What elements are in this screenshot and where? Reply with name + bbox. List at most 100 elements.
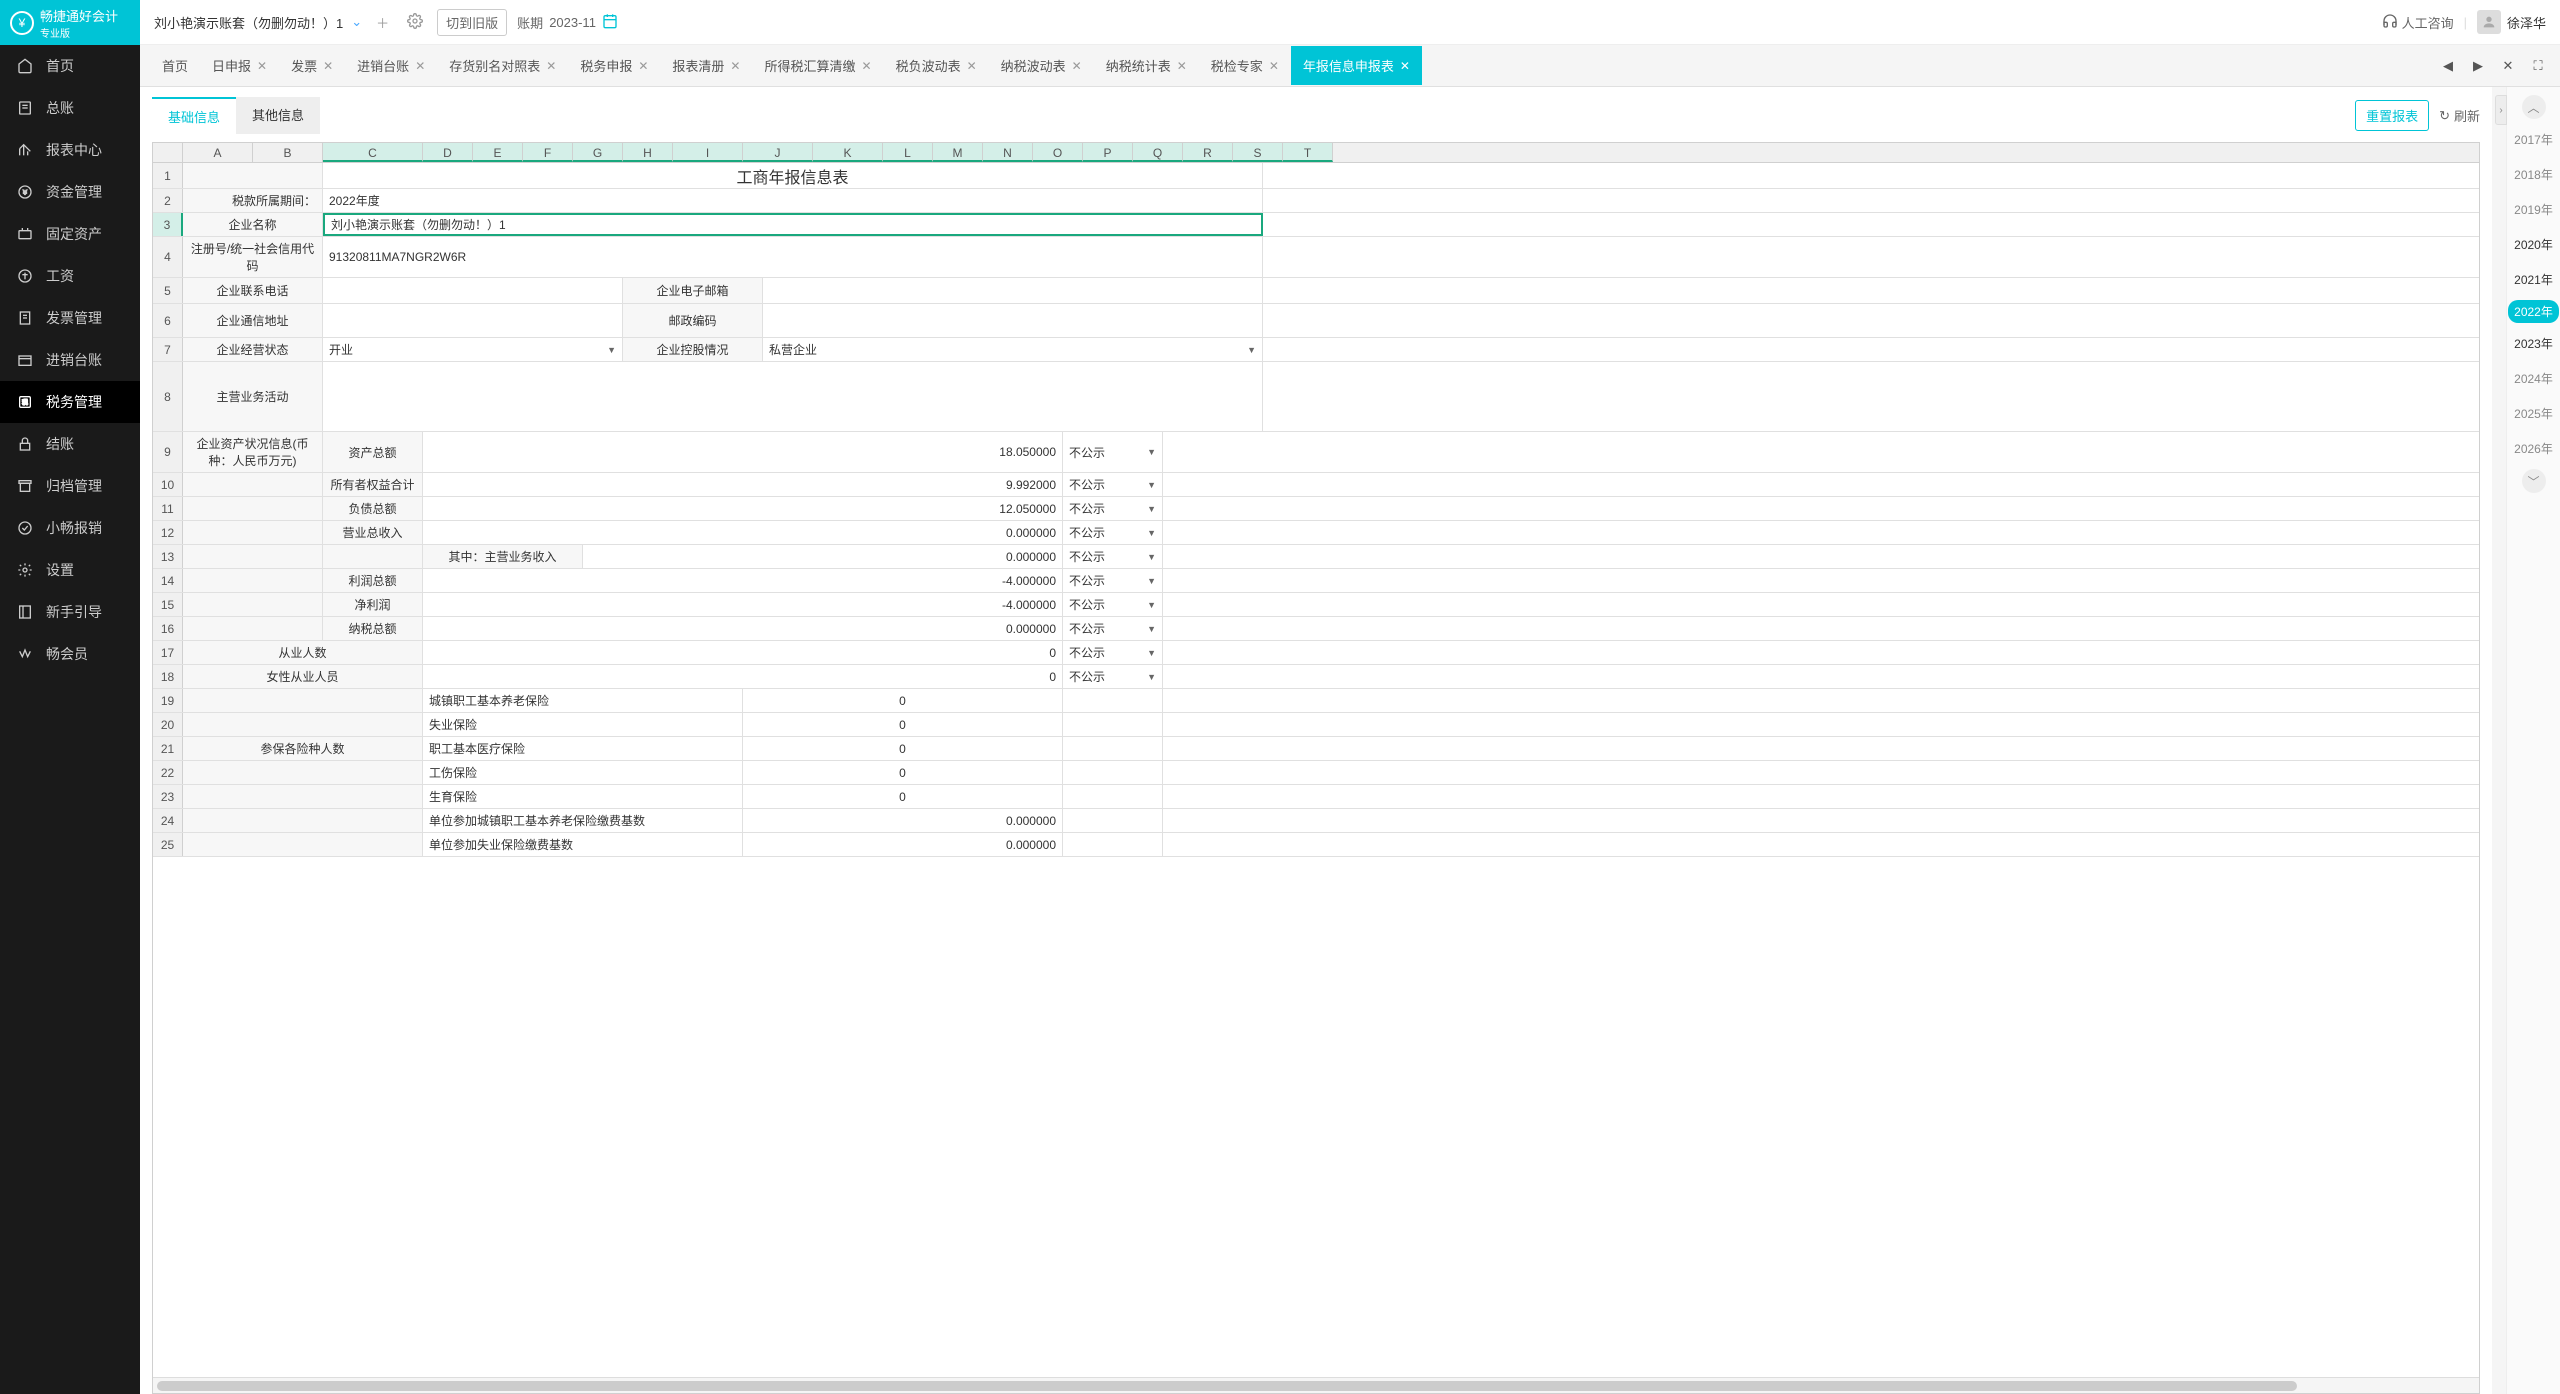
base-row-value[interactable]: 0.000000 — [743, 833, 1063, 856]
year-item[interactable]: 2021年 — [2510, 265, 2557, 294]
row-header[interactable]: 7 — [153, 338, 183, 361]
column-header[interactable]: S — [1233, 143, 1283, 162]
column-header[interactable]: O — [1033, 143, 1083, 162]
address-value[interactable] — [323, 304, 623, 337]
row-header[interactable]: 19 — [153, 689, 183, 712]
main-rev-value[interactable]: 0.000000 — [583, 545, 1063, 568]
column-header[interactable]: L — [883, 143, 933, 162]
employees-value[interactable]: 0 — [423, 641, 1063, 664]
visibility-dropdown[interactable]: 不公示 — [1063, 593, 1163, 616]
row-header[interactable]: 17 — [153, 641, 183, 664]
company-name-cell[interactable]: 刘小艳演示账套（勿删勿动！）1 — [323, 213, 1263, 236]
close-icon[interactable]: ✕ — [1269, 59, 1279, 73]
tab-9[interactable]: 纳税波动表✕ — [989, 46, 1094, 85]
year-item[interactable]: 2022年 — [2508, 300, 2559, 323]
close-icon[interactable]: ✕ — [1400, 59, 1410, 73]
column-header[interactable]: H — [623, 143, 673, 162]
row-header[interactable]: 8 — [153, 362, 183, 431]
year-item[interactable]: 2025年 — [2510, 399, 2557, 428]
tab-prev-icon[interactable]: ◀ — [2436, 54, 2460, 78]
column-header[interactable]: B — [253, 143, 323, 162]
column-header[interactable]: T — [1283, 143, 1333, 162]
panel-collapse-icon[interactable]: › — [2495, 95, 2507, 125]
column-header[interactable]: D — [423, 143, 473, 162]
sidebar-item-salary[interactable]: 工资 — [0, 255, 140, 297]
column-header[interactable]: K — [813, 143, 883, 162]
tab-1[interactable]: 日申报✕ — [200, 46, 279, 85]
year-item[interactable]: 2017年 — [2510, 125, 2557, 154]
row-header[interactable]: 2 — [153, 189, 183, 212]
row-header[interactable]: 10 — [153, 473, 183, 496]
column-header[interactable]: C — [323, 143, 423, 162]
year-item[interactable]: 2024年 — [2510, 364, 2557, 393]
insurance-value[interactable]: 0 — [743, 785, 1063, 808]
holding-dropdown[interactable]: 私营企业 — [763, 338, 1263, 361]
close-icon[interactable]: ✕ — [546, 59, 556, 73]
column-header[interactable]: G — [573, 143, 623, 162]
visibility-dropdown[interactable]: 不公示 — [1063, 617, 1163, 640]
visibility-dropdown[interactable]: 不公示 — [1063, 521, 1163, 544]
year-down-icon[interactable]: ﹀ — [2522, 469, 2546, 493]
row-header[interactable]: 13 — [153, 545, 183, 568]
row-header[interactable]: 25 — [153, 833, 183, 856]
fullscreen-icon[interactable]: ⛶ — [2526, 54, 2550, 78]
column-header[interactable]: Q — [1133, 143, 1183, 162]
row-header[interactable]: 1 — [153, 163, 183, 188]
fin-row-value[interactable]: 18.050000 — [423, 432, 1063, 472]
sidebar-item-chart[interactable]: 报表中心 — [0, 129, 140, 171]
row-header[interactable]: 14 — [153, 569, 183, 592]
fin-row-value[interactable]: 12.050000 — [423, 497, 1063, 520]
row-header[interactable]: 11 — [153, 497, 183, 520]
year-item[interactable]: 2019年 — [2510, 195, 2557, 224]
sidebar-item-guide[interactable]: 新手引导 — [0, 591, 140, 633]
reset-button[interactable]: 重置报表 — [2355, 100, 2429, 131]
close-icon[interactable]: ✕ — [1177, 59, 1187, 73]
sidebar-item-invoice[interactable]: 发票管理 — [0, 297, 140, 339]
row-header[interactable]: 5 — [153, 278, 183, 303]
visibility-dropdown[interactable]: 不公示 — [1063, 569, 1163, 592]
status-dropdown[interactable]: 开业 — [323, 338, 623, 361]
spreadsheet-grid[interactable]: ABCDEFGHIJKLMNOPQRST 1工商年报信息表2税款所属期间：202… — [152, 142, 2480, 1394]
inner-tab-1[interactable]: 其他信息 — [236, 97, 320, 134]
tab-10[interactable]: 纳税统计表✕ — [1094, 46, 1199, 85]
gear-icon[interactable] — [403, 9, 427, 36]
tab-7[interactable]: 所得税汇算清缴✕ — [752, 46, 883, 85]
column-header[interactable]: N — [983, 143, 1033, 162]
visibility-dropdown[interactable]: 不公示 — [1063, 497, 1163, 520]
postal-value[interactable] — [763, 304, 1263, 337]
tab-0[interactable]: 首页 — [150, 46, 200, 85]
insurance-value[interactable]: 0 — [743, 689, 1063, 712]
sidebar-item-close[interactable]: 结账 — [0, 423, 140, 465]
tab-11[interactable]: 税检专家✕ — [1199, 46, 1291, 85]
insurance-value[interactable]: 0 — [743, 737, 1063, 760]
close-icon[interactable]: ✕ — [257, 59, 267, 73]
visibility-dropdown[interactable]: 不公示 — [1063, 473, 1163, 496]
close-icon[interactable]: ✕ — [1072, 59, 1082, 73]
close-icon[interactable]: ✕ — [967, 59, 977, 73]
visibility-dropdown[interactable]: 不公示 — [1063, 665, 1163, 688]
old-version-button[interactable]: 切到旧版 — [437, 9, 507, 36]
close-icon[interactable]: ✕ — [730, 59, 740, 73]
sidebar-item-tax[interactable]: 税税务管理 — [0, 381, 140, 423]
visibility-dropdown[interactable]: 不公示 — [1063, 545, 1163, 568]
row-header[interactable]: 15 — [153, 593, 183, 616]
account-selector[interactable]: 刘小艳演示账套（勿删勿动！）1 ⌄ — [154, 13, 362, 32]
row-header[interactable]: 20 — [153, 713, 183, 736]
plus-icon[interactable]: ＋ — [372, 9, 393, 36]
sidebar-item-vip[interactable]: 畅会员 — [0, 633, 140, 675]
phone-value[interactable] — [323, 278, 623, 303]
insurance-value[interactable]: 0 — [743, 761, 1063, 784]
year-item[interactable]: 2026年 — [2510, 434, 2557, 463]
column-header[interactable]: P — [1083, 143, 1133, 162]
row-header[interactable]: 4 — [153, 237, 183, 277]
fin-row-value[interactable]: 0.000000 — [423, 617, 1063, 640]
year-up-icon[interactable]: ︿ — [2522, 95, 2546, 119]
row-header[interactable]: 3 — [153, 213, 183, 236]
female-value[interactable]: 0 — [423, 665, 1063, 688]
fin-row-value[interactable]: 0.000000 — [423, 521, 1063, 544]
close-icon[interactable]: ✕ — [638, 59, 648, 73]
column-header[interactable]: M — [933, 143, 983, 162]
column-header[interactable]: E — [473, 143, 523, 162]
close-icon[interactable]: ✕ — [323, 59, 333, 73]
base-row-value[interactable]: 0.000000 — [743, 809, 1063, 832]
